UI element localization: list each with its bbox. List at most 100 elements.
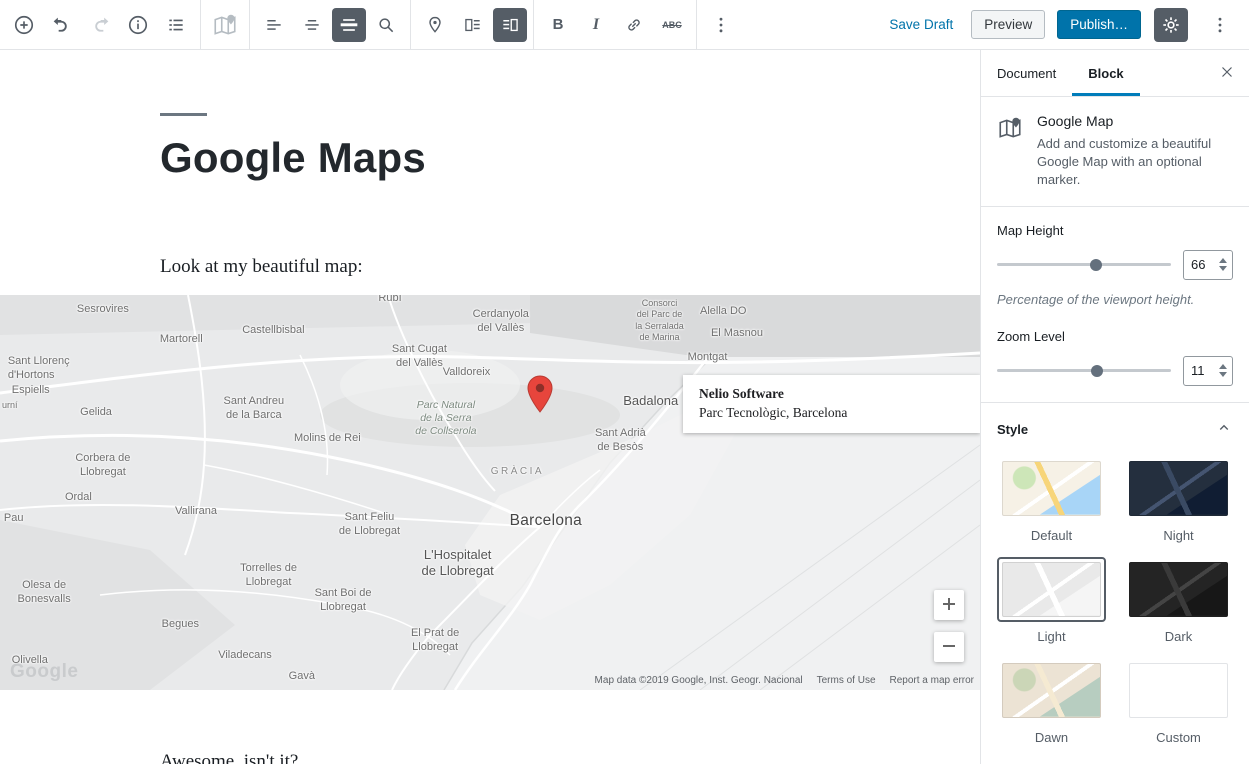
step-up-icon[interactable] <box>1219 258 1227 263</box>
google-map-block[interactable]: Sesrovires Martorell Castellbisbal Rubí … <box>0 295 980 690</box>
map-label: Cerdanyola del Vallès <box>473 308 529 336</box>
style-option-night[interactable]: Night <box>1124 456 1233 543</box>
map-pin-icon <box>425 15 445 35</box>
map-label: urní <box>2 400 18 411</box>
full-width-icon <box>339 15 359 35</box>
style-panel-header[interactable]: Style <box>997 419 1233 440</box>
tab-document[interactable]: Document <box>981 50 1072 96</box>
map-height-help: Percentage of the viewport height. <box>997 292 1233 307</box>
map-height-numbox <box>1183 250 1233 280</box>
map-label: Castellbisbal <box>242 324 304 338</box>
step-down-icon[interactable] <box>1219 372 1227 377</box>
search-icon <box>376 15 396 35</box>
tools-more-options-button[interactable] <box>1202 7 1238 43</box>
full-width-button[interactable] <box>332 8 366 42</box>
search-address-button[interactable] <box>368 7 404 43</box>
map-marker-pin[interactable] <box>526 375 553 416</box>
style-panel-title: Style <box>997 422 1028 437</box>
publish-button[interactable]: Publish… <box>1057 10 1141 39</box>
zoom-level-slider[interactable] <box>997 369 1171 372</box>
editor-canvas: Google Maps Look at my beautiful map: <box>0 50 980 764</box>
style-option-label: Light <box>997 629 1106 644</box>
outline-list-icon <box>166 15 186 35</box>
undo-button[interactable] <box>44 7 80 43</box>
map-label: Valldoreix <box>443 366 491 380</box>
italic-button[interactable]: I <box>578 7 614 43</box>
map-attribution: Map data ©2019 Google, Inst. Geogr. Naci… <box>595 675 974 686</box>
paragraph-intro[interactable]: Look at my beautiful map: <box>160 256 363 278</box>
infowindow-left-button[interactable] <box>455 7 491 43</box>
map-height-label: Map Height <box>997 223 1233 238</box>
zoom-level-numbox <box>1183 356 1233 386</box>
block-more-options-button[interactable] <box>703 7 739 43</box>
content-structure-button[interactable] <box>120 7 156 43</box>
style-option-custom[interactable]: Custom <box>1124 658 1233 745</box>
post-title[interactable]: Google Maps <box>160 134 426 182</box>
stepper-arrows[interactable] <box>1216 254 1229 276</box>
terms-of-use-link[interactable]: Terms of Use <box>817 675 876 686</box>
style-option-default[interactable]: Default <box>997 456 1106 543</box>
map-label: Sesrovires <box>77 303 129 317</box>
map-label: Gavà <box>289 670 315 684</box>
kebab-icon <box>1210 15 1230 35</box>
style-option-dark[interactable]: Dark <box>1124 557 1233 644</box>
add-block-button[interactable] <box>6 7 42 43</box>
map-label: Sant Andreu de la Barca <box>224 395 285 423</box>
toolbar-group-more <box>697 0 745 49</box>
paragraph-outro[interactable]: Awesome, isn't it? <box>160 751 298 764</box>
settings-toggle-button[interactable] <box>1154 8 1188 42</box>
link-button[interactable] <box>616 7 652 43</box>
style-option-light[interactable]: Light <box>997 557 1106 644</box>
style-option-dawn[interactable]: Dawn <box>997 658 1106 745</box>
save-draft-button[interactable]: Save Draft <box>883 16 959 33</box>
map-label: Sant Boi de Llobregat <box>315 587 372 615</box>
panel-right-icon <box>500 15 520 35</box>
map-label: Sant Cugat del Vallès <box>392 343 447 371</box>
map-label: El Masnou <box>711 327 763 341</box>
redo-button[interactable] <box>82 7 118 43</box>
infowindow-right-button[interactable] <box>493 8 527 42</box>
map-infowindow: Nelio Software Parc Tecnològic, Barcelon… <box>683 375 980 433</box>
zoom-in-button[interactable] <box>934 590 964 620</box>
style-thumbnail-night <box>1129 461 1228 516</box>
gear-icon <box>1161 15 1181 35</box>
map-height-slider[interactable] <box>997 263 1171 266</box>
map-settings-panel: Map Height Percentage of the viewport he… <box>981 206 1249 402</box>
style-option-label: Custom <box>1124 730 1233 745</box>
style-thumbnail-dawn <box>1002 663 1101 718</box>
preview-button[interactable]: Preview <box>971 10 1045 39</box>
toolbar-group-align <box>250 0 411 49</box>
kebab-icon <box>711 15 731 35</box>
align-left-button[interactable] <box>256 7 292 43</box>
panel-left-icon <box>463 15 483 35</box>
editor-toolbar: B I ABC Save Draft Preview Publish… <box>0 0 1249 50</box>
toggle-marker-button[interactable] <box>417 7 453 43</box>
style-option-label: Default <box>997 528 1106 543</box>
map-height-input[interactable] <box>1184 251 1212 279</box>
strikethrough-button[interactable]: ABC <box>654 7 690 43</box>
chevron-up-icon <box>1215 419 1233 440</box>
map-label: Barcelona <box>510 511 583 530</box>
style-option-label: Dark <box>1124 629 1233 644</box>
step-down-icon[interactable] <box>1219 266 1227 271</box>
zoom-level-control: Zoom Level <box>997 329 1233 386</box>
map-label: L'Hospitalet de Llobregat <box>422 547 494 580</box>
minus-icon <box>942 639 956 656</box>
align-center-button[interactable] <box>294 7 330 43</box>
block-type-button[interactable] <box>207 7 243 43</box>
bold-button[interactable]: B <box>540 7 576 43</box>
style-grid: Default Night Light Dark Dawn Custom <box>997 456 1233 745</box>
close-sidebar-button[interactable] <box>1205 50 1249 96</box>
link-icon <box>624 15 644 35</box>
map-label: Sant Adrià de Besòs <box>595 427 646 455</box>
zoom-level-input[interactable] <box>1184 357 1212 385</box>
step-up-icon[interactable] <box>1219 364 1227 369</box>
report-map-error-link[interactable]: Report a map error <box>890 675 974 686</box>
stepper-arrows[interactable] <box>1216 360 1229 382</box>
toolbar-group-format: B I ABC <box>534 0 697 49</box>
zoom-out-button[interactable] <box>934 632 964 662</box>
block-navigation-button[interactable] <box>158 7 194 43</box>
marker-pin-icon <box>526 375 553 413</box>
map-label: Consorci del Parc de la Serralada de Mar… <box>635 298 684 343</box>
tab-block[interactable]: Block <box>1072 50 1139 96</box>
